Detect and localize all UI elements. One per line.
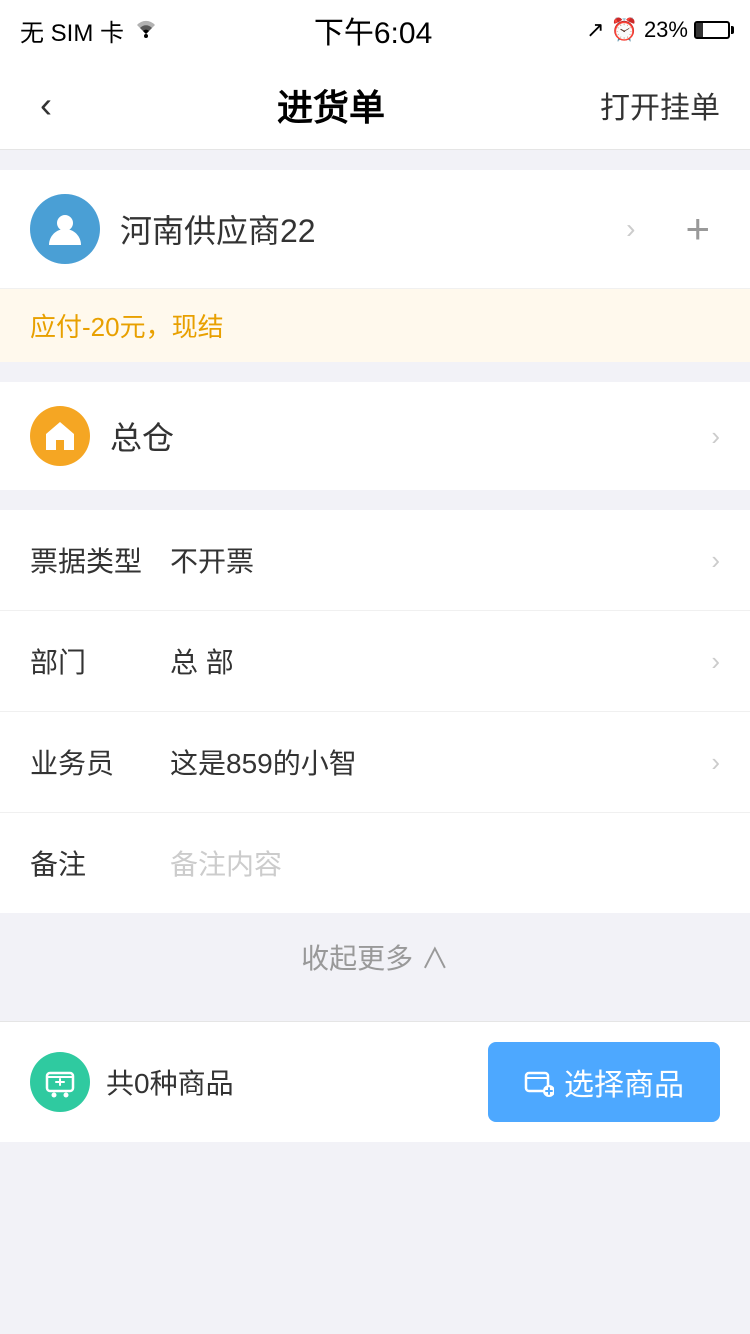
supplier-row[interactable]: 河南供应商22 › + [0, 170, 750, 289]
battery-icon [694, 21, 730, 39]
alarm-icon: ⏰ [611, 17, 638, 43]
salesman-chevron-icon: › [711, 747, 720, 778]
warehouse-chevron-icon: › [711, 421, 720, 452]
collapse-button[interactable]: 收起更多 ∧ [0, 913, 750, 1001]
add-goods-icon [524, 1067, 554, 1097]
battery-percentage: 23% [644, 17, 688, 43]
salesman-row[interactable]: 业务员 这是859的小智 › [0, 712, 750, 813]
supplier-chevron-icon: › [626, 213, 635, 245]
remark-input[interactable]: 备注内容 [170, 843, 720, 883]
goods-cart-icon [30, 1052, 90, 1112]
cart-icon [43, 1065, 77, 1099]
goods-info: 共0种商品 [30, 1052, 234, 1112]
status-right: ↗ ⏰ 23% [586, 17, 730, 43]
open-pending-button[interactable]: 打开挂单 [600, 83, 720, 127]
department-label: 部门 [30, 641, 170, 681]
warehouse-name: 总仓 [110, 413, 711, 459]
department-row[interactable]: 部门 总 部 › [0, 611, 750, 712]
status-bar: 无 SIM 卡 下午6:04 ↗ ⏰ 23% [0, 0, 750, 60]
nav-bar: ‹ 进货单 打开挂单 [0, 60, 750, 150]
salesman-value: 这是859的小智 [170, 742, 711, 782]
location-icon: ↗ [586, 17, 604, 43]
bottom-bar: 共0种商品 选择商品 [0, 1021, 750, 1142]
add-supplier-button[interactable]: + [675, 205, 720, 253]
supplier-avatar [30, 194, 100, 264]
invoice-type-row[interactable]: 票据类型 不开票 › [0, 510, 750, 611]
user-icon [45, 209, 85, 249]
remark-row[interactable]: 备注 备注内容 [0, 813, 750, 913]
wifi-icon [132, 16, 160, 45]
gap-2 [0, 362, 750, 382]
warehouse-icon [30, 406, 90, 466]
select-goods-label: 选择商品 [564, 1060, 684, 1104]
time-display: 下午6:04 [314, 8, 432, 52]
department-chevron-icon: › [711, 646, 720, 677]
warehouse-row[interactable]: 总仓 › [0, 382, 750, 490]
back-button[interactable]: ‹ [30, 74, 62, 136]
carrier-label: 无 SIM 卡 [20, 13, 124, 48]
house-icon [42, 418, 78, 454]
select-goods-button[interactable]: 选择商品 [488, 1042, 720, 1122]
gap-1 [0, 150, 750, 170]
invoice-type-label: 票据类型 [30, 540, 170, 580]
salesman-label: 业务员 [30, 742, 170, 782]
supplier-card: 河南供应商22 › + 应付-20元，现结 [0, 170, 750, 362]
status-left: 无 SIM 卡 [20, 13, 160, 48]
invoice-type-chevron-icon: › [711, 545, 720, 576]
gap-3 [0, 490, 750, 510]
page-title: 进货单 [277, 79, 385, 131]
department-value: 总 部 [170, 641, 711, 681]
gap-4 [0, 1001, 750, 1021]
supplier-name: 河南供应商22 [120, 206, 626, 252]
invoice-type-value: 不开票 [170, 540, 711, 580]
notice-banner: 应付-20元，现结 [0, 289, 750, 362]
remark-label: 备注 [30, 843, 170, 883]
form-card: 票据类型 不开票 › 部门 总 部 › 业务员 这是859的小智 › 备注 备注… [0, 510, 750, 913]
warehouse-card: 总仓 › [0, 382, 750, 490]
goods-count-label: 共0种商品 [106, 1062, 234, 1102]
